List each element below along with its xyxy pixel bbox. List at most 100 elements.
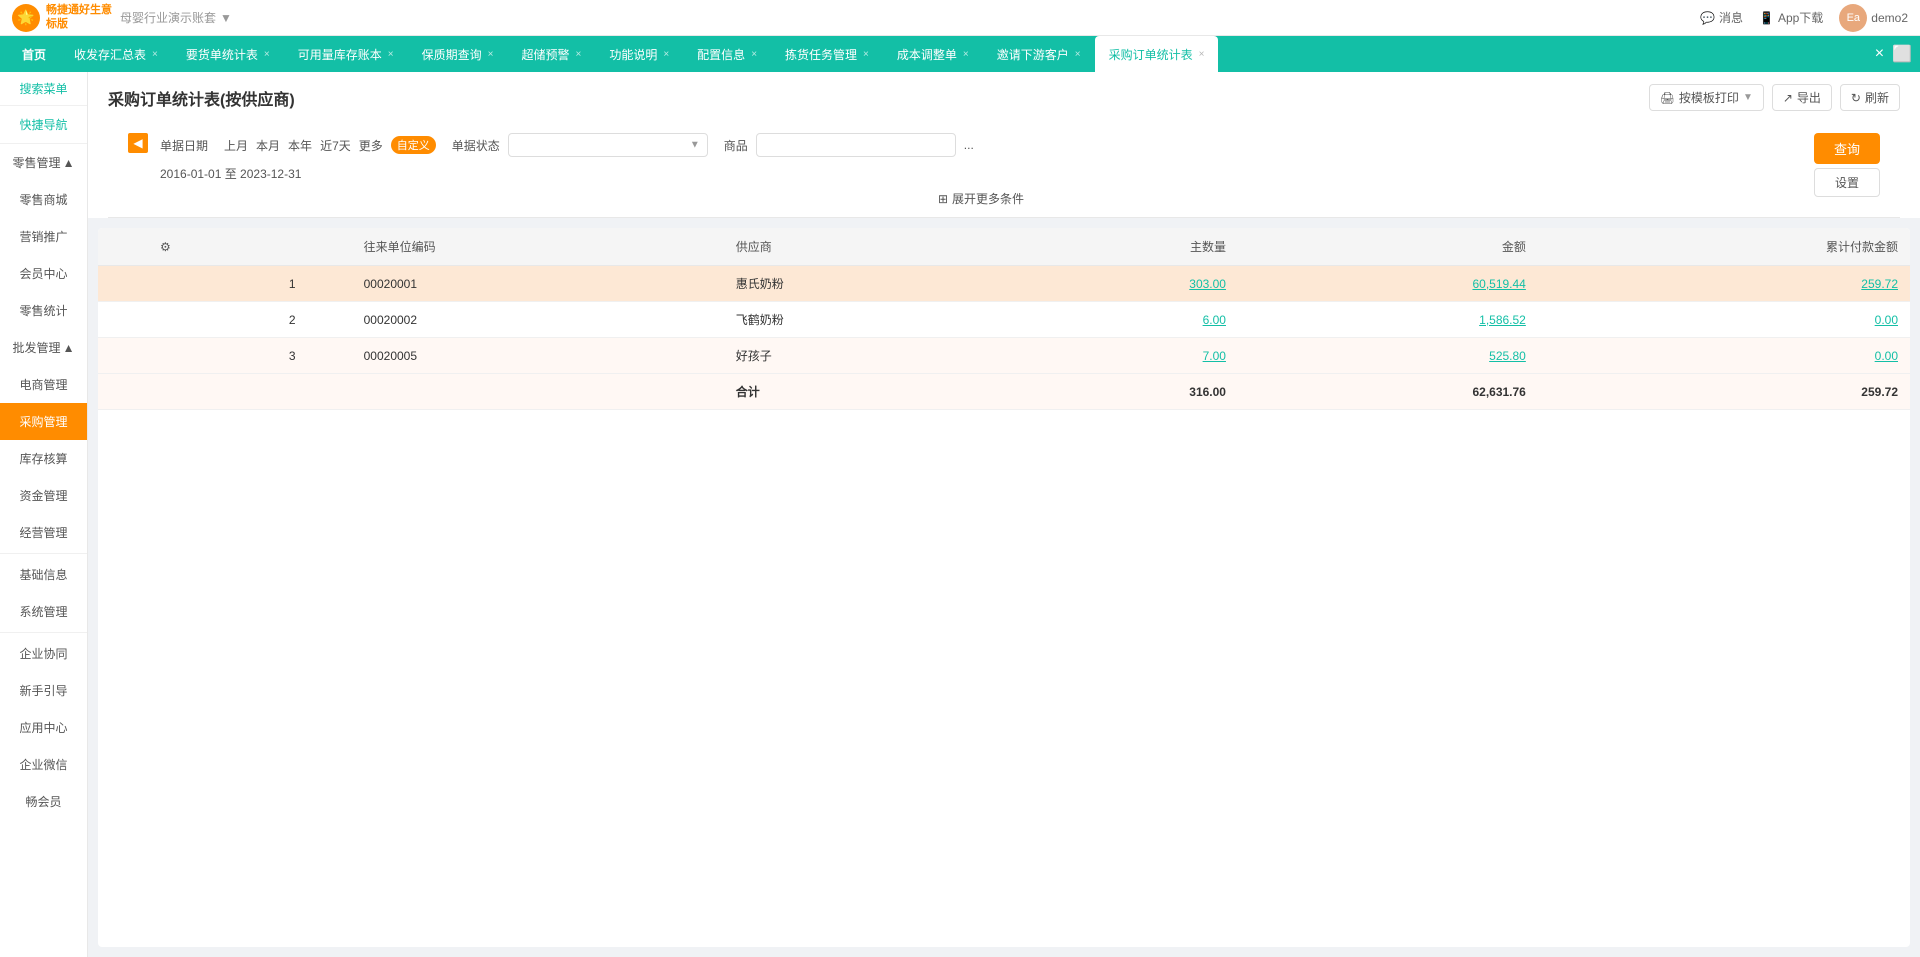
goods-label: 商品 bbox=[724, 137, 748, 154]
tab-close-icon[interactable]: × bbox=[1199, 49, 1205, 60]
row-paid-amount: 259.72 bbox=[1538, 266, 1910, 302]
sidebar-item-wholesale-mgmt[interactable]: 批发管理 ▲ bbox=[0, 329, 87, 366]
sidebar-item-enterprise-collab[interactable]: 企业协同 bbox=[0, 635, 87, 672]
page-title-row: 采购订单统计表(按供应商) 🖨 按模板打印 ▼ ↗ 导出 ↻ 刷新 bbox=[108, 84, 1900, 111]
sidebar-item-stock-check[interactable]: 库存核算 bbox=[0, 440, 87, 477]
table-body: 1 00020001 惠氏奶粉 303.00 60,519.44 259.72 … bbox=[98, 266, 1910, 374]
tab-close-icon[interactable]: × bbox=[488, 49, 494, 60]
sidebar-item-marketing[interactable]: 营销推广 bbox=[0, 218, 87, 255]
main-layout: 搜索菜单 快捷导航 零售管理 ▲ 零售商城 营销推广 会员中心 零售统计 批发管… bbox=[0, 72, 1920, 957]
user-menu[interactable]: Ea demo2 bbox=[1839, 4, 1908, 32]
sidebar-item-ecommerce[interactable]: 电商管理 bbox=[0, 366, 87, 403]
expand-button[interactable]: ⊞ 展开更多条件 bbox=[938, 190, 1024, 207]
sidebar-item-purchase-mgmt[interactable]: 采购管理 bbox=[0, 403, 87, 440]
sidebar-item-basic-info[interactable]: 基础信息 bbox=[0, 556, 87, 593]
filter-toggle-button[interactable]: ◀ bbox=[128, 133, 148, 153]
tab-close-icon[interactable]: × bbox=[863, 49, 869, 60]
page-title: 采购订单统计表(按供应商) bbox=[108, 86, 295, 110]
sidebar-item-ops-mgmt[interactable]: 经营管理 bbox=[0, 514, 87, 551]
tab-purchase-stat[interactable]: 采购订单统计表 × bbox=[1095, 36, 1219, 72]
col-supplier: 供应商 bbox=[724, 228, 1003, 266]
sidebar-item-sys-mgmt[interactable]: 系统管理 bbox=[0, 593, 87, 630]
search-menu-button[interactable]: 搜索菜单 bbox=[8, 80, 79, 97]
tab-invite-customer[interactable]: 邀请下游客户 × bbox=[983, 36, 1095, 72]
settings-button[interactable]: 设置 bbox=[1814, 168, 1880, 197]
col-quantity: 主数量 bbox=[1003, 228, 1238, 266]
tab-close-icon[interactable]: × bbox=[388, 49, 394, 60]
filter-more-button[interactable]: ... bbox=[964, 138, 974, 152]
sidebar-item-retail-mall[interactable]: 零售商城 bbox=[0, 181, 87, 218]
date-shortcut-this-year[interactable]: 本年 bbox=[288, 137, 312, 154]
row-settings bbox=[98, 302, 233, 338]
close-tab-button[interactable]: × bbox=[1875, 45, 1884, 63]
table-row[interactable]: 1 00020001 惠氏奶粉 303.00 60,519.44 259.72 bbox=[98, 266, 1910, 302]
top-bar: 🌟 畅捷通好生意 标版 母婴行业演示账套 ▼ 💬 消息 📱 App下载 Ea d… bbox=[0, 0, 1920, 36]
footer-amount: 62,631.76 bbox=[1238, 374, 1538, 410]
footer-quantity: 316.00 bbox=[1003, 374, 1238, 410]
top-bar-left: 🌟 畅捷通好生意 标版 母婴行业演示账套 ▼ bbox=[12, 4, 232, 32]
col-unit-code: 往来单位编码 bbox=[352, 228, 724, 266]
tab-config[interactable]: 配置信息 × bbox=[683, 36, 771, 72]
tab-available-stock[interactable]: 可用量库存账本 × bbox=[284, 36, 408, 72]
date-shortcuts: 上月 本月 本年 近7天 更多 自定义 bbox=[224, 136, 436, 154]
row-amount: 60,519.44 bbox=[1238, 266, 1538, 302]
app-download-button[interactable]: 📱 App下载 bbox=[1759, 9, 1823, 26]
tab-close-icon[interactable]: × bbox=[264, 49, 270, 60]
sidebar-item-member-center[interactable]: 会员中心 bbox=[0, 255, 87, 292]
row-index: 1 bbox=[233, 266, 352, 302]
date-shortcut-7days[interactable]: 近7天 bbox=[320, 137, 351, 154]
tab-close-icon[interactable]: × bbox=[963, 49, 969, 60]
table-row[interactable]: 2 00020002 飞鹤奶粉 6.00 1,586.52 0.00 bbox=[98, 302, 1910, 338]
date-shortcut-this-month[interactable]: 本月 bbox=[256, 137, 280, 154]
tab-receive-summary[interactable]: 收发存汇总表 × bbox=[60, 36, 172, 72]
tab-close-icon[interactable]: × bbox=[575, 49, 581, 60]
sidebar-item-member-vip[interactable]: 畅会员 bbox=[0, 783, 87, 820]
sidebar-divider bbox=[0, 553, 87, 554]
tab-close-icon[interactable]: × bbox=[751, 49, 757, 60]
row-unit-code: 00020001 bbox=[352, 266, 724, 302]
tab-close-icon[interactable]: × bbox=[663, 49, 669, 60]
tab-close-icon[interactable]: × bbox=[152, 49, 158, 60]
sidebar-item-app-center[interactable]: 应用中心 bbox=[0, 709, 87, 746]
footer-paid-amount: 259.72 bbox=[1538, 374, 1910, 410]
tab-pick-task[interactable]: 拣货任务管理 × bbox=[771, 36, 883, 72]
sidebar-item-quick-nav[interactable]: 快捷导航 bbox=[0, 110, 87, 139]
sidebar-search-section: 搜索菜单 bbox=[0, 72, 87, 106]
date-custom-badge[interactable]: 自定义 bbox=[391, 136, 436, 154]
row-index: 2 bbox=[233, 302, 352, 338]
app-icon: 📱 bbox=[1759, 11, 1774, 25]
sidebar-item-enterprise-wechat[interactable]: 企业微信 bbox=[0, 746, 87, 783]
arrow-icon: ▲ bbox=[63, 341, 75, 355]
sidebar: 搜索菜单 快捷导航 零售管理 ▲ 零售商城 营销推广 会员中心 零售统计 批发管… bbox=[0, 72, 88, 957]
goods-input[interactable] bbox=[756, 133, 956, 157]
print-button[interactable]: 🖨 按模板打印 ▼ bbox=[1649, 84, 1764, 111]
nav-tabs: 首页 收发存汇总表 × 要货单统计表 × 可用量库存账本 × 保质期查询 × 超… bbox=[0, 36, 1920, 72]
tab-function-desc[interactable]: 功能说明 × bbox=[595, 36, 683, 72]
maximize-button[interactable]: ⬜ bbox=[1892, 44, 1912, 64]
query-button[interactable]: 查询 bbox=[1814, 133, 1880, 164]
tab-shelf-life[interactable]: 保质期查询 × bbox=[408, 36, 508, 72]
date-shortcut-last-month[interactable]: 上月 bbox=[224, 137, 248, 154]
status-select[interactable] bbox=[508, 133, 708, 157]
filter-right-actions: 查询 设置 bbox=[1814, 133, 1880, 197]
table-row[interactable]: 3 00020005 好孩子 7.00 525.80 0.00 bbox=[98, 338, 1910, 374]
date-shortcut-more[interactable]: 更多 bbox=[359, 137, 383, 154]
tab-cost-adjust[interactable]: 成本调整单 × bbox=[883, 36, 983, 72]
sidebar-item-retail-stat[interactable]: 零售统计 bbox=[0, 292, 87, 329]
sidebar-item-retail-mgmt[interactable]: 零售管理 ▲ bbox=[0, 144, 87, 181]
logo-text: 畅捷通好生意 标版 bbox=[46, 4, 112, 30]
refresh-button[interactable]: ↻ 刷新 bbox=[1840, 84, 1900, 111]
tab-home[interactable]: 首页 bbox=[8, 36, 60, 72]
tab-order-stat[interactable]: 要货单统计表 × bbox=[172, 36, 284, 72]
tab-overstock[interactable]: 超储预警 × bbox=[507, 36, 595, 72]
footer-settings bbox=[98, 374, 233, 410]
table-header-row: ⚙ 往来单位编码 供应商 主数量 金额 bbox=[98, 228, 1910, 266]
sidebar-item-fund-mgmt[interactable]: 资金管理 bbox=[0, 477, 87, 514]
tab-close-icon[interactable]: × bbox=[1075, 49, 1081, 60]
breadcrumb-arrow: ▼ bbox=[220, 11, 232, 25]
sidebar-item-new-guide[interactable]: 新手引导 bbox=[0, 672, 87, 709]
message-button[interactable]: 💬 消息 bbox=[1700, 9, 1743, 26]
col-amount: 金额 bbox=[1238, 228, 1538, 266]
export-button[interactable]: ↗ 导出 bbox=[1772, 84, 1832, 111]
col-settings[interactable]: ⚙ bbox=[98, 228, 233, 266]
